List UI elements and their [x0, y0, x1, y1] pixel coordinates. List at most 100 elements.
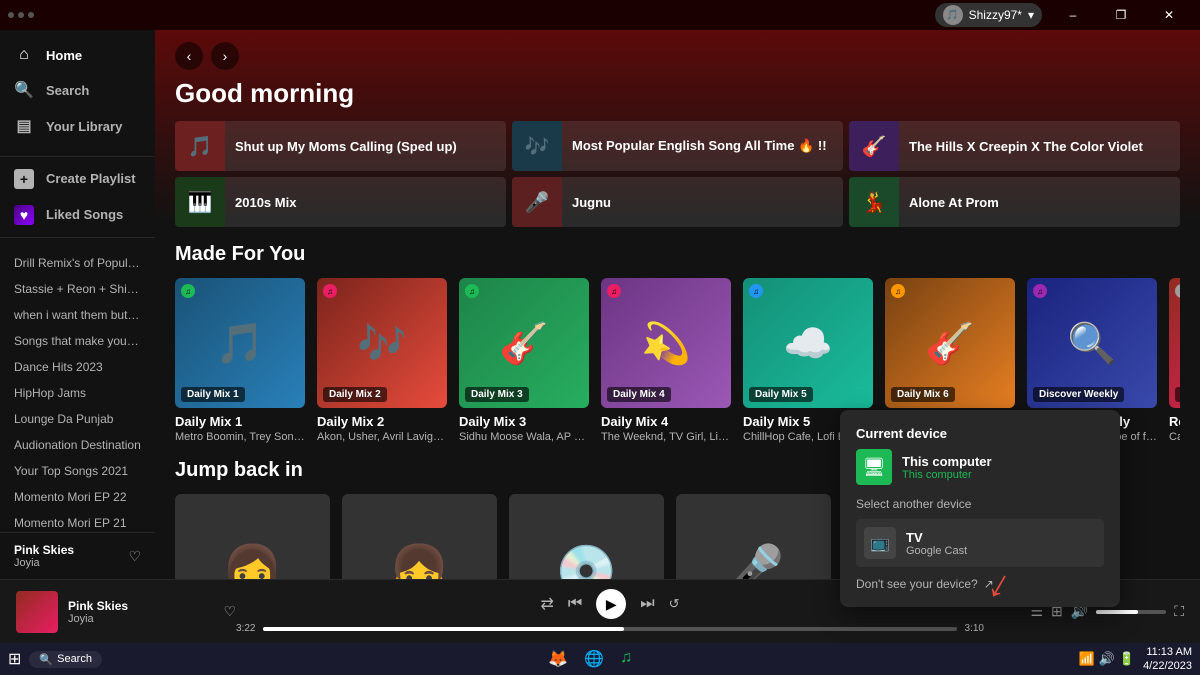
like-button[interactable]: ♡ [128, 548, 141, 565]
playlist-item[interactable]: Lounge Da Punjab [0, 406, 155, 432]
card-badge: Daily Mix 6 [891, 387, 955, 402]
quick-access-item[interactable]: 🎤Jugnu [512, 177, 843, 227]
forward-button[interactable]: › [211, 42, 239, 70]
page-title: Good morning [155, 70, 1200, 121]
playlist-item[interactable]: Audionation Destination [0, 432, 155, 458]
taskbar-search[interactable]: 🔍 Search [29, 651, 102, 668]
progress-bar[interactable] [263, 627, 956, 631]
quick-access-label: Jugnu [572, 195, 611, 210]
window-controls: – ❐ ✕ [1050, 0, 1192, 30]
spotify-dot-icon: ♫ [465, 284, 479, 298]
jump-back-in-card[interactable]: 💿AlbumAlbum [509, 494, 664, 579]
sidebar-playlists: Drill Remix's of Popular SongsStassie + … [0, 242, 155, 532]
playlist-item[interactable]: Songs that make you want t... [0, 328, 155, 354]
sidebar-create-playlist[interactable]: + Create Playlist [0, 161, 155, 197]
card-title: Daily Mix 1 [175, 414, 305, 429]
title-bar-right: 🎵 Shizzy97* ▾ – ❐ ✕ [935, 0, 1192, 30]
jump-back-in-card[interactable]: 👧DaljibeDaljibe [342, 494, 497, 579]
playlist-item[interactable]: Momento Mori EP 21 [0, 510, 155, 532]
made-for-you-card[interactable]: ♫💫Daily Mix 4Daily Mix 4The Weeknd, TV G… [601, 278, 731, 443]
taskbar-firefox-icon[interactable]: 🦊 [542, 647, 574, 671]
card-subtitle: Metro Boomin, Trey Songz, Jeremih and... [175, 431, 305, 443]
maximize-button[interactable]: ❐ [1098, 0, 1144, 30]
taskbar-right: 📶 🔊 🔋 11:13 AM 4/22/2023 [1079, 645, 1193, 674]
tray-volume-icon[interactable]: 🔊 [1099, 651, 1115, 667]
sidebar-liked-songs[interactable]: ♥ Liked Songs [0, 197, 155, 233]
title-dot-1 [8, 12, 14, 18]
tray-network-icon[interactable]: 📶 [1079, 651, 1095, 667]
create-playlist-label: Create Playlist [46, 171, 136, 186]
playlist-item[interactable]: when i want them butterflies... [0, 302, 155, 328]
heart-icon: ♥ [14, 205, 34, 225]
tray-battery-icon[interactable]: 🔋 [1119, 651, 1135, 667]
made-for-you-card[interactable]: ♫🎸Daily Mix 3Daily Mix 3Sidhu Moose Wala… [459, 278, 589, 443]
playlist-item[interactable]: Your Top Songs 2021 [0, 458, 155, 484]
sidebar-item-search[interactable]: 🔍 Search [0, 72, 155, 108]
home-icon: ⌂ [14, 46, 34, 64]
quick-access-item[interactable]: 🎹2010s Mix [175, 177, 506, 227]
playlist-item[interactable]: Drill Remix's of Popular Songs [0, 250, 155, 276]
time-total: 3:10 [965, 623, 984, 634]
card-badge: Release Radar [1175, 387, 1180, 402]
quick-access-grid: 🎵Shut up My Moms Calling (Sped up)🎶Most … [155, 121, 1200, 243]
spotify-dot-icon: ♫ [323, 284, 337, 298]
playlist-item[interactable]: Stassie + Reon + Shizzy97* [0, 276, 155, 302]
minimize-button[interactable]: – [1050, 0, 1096, 30]
taskbar-center: 🦊 🌐 ♫ [102, 647, 1079, 671]
user-menu[interactable]: 🎵 Shizzy97* ▾ [935, 3, 1042, 27]
card-title: Release Radar [1169, 414, 1180, 429]
tv-icon: 📺 [864, 527, 896, 559]
play-pause-button[interactable]: ▶ [596, 589, 626, 619]
plus-icon: + [14, 169, 34, 189]
card-subtitle: Sidhu Moose Wala, AP Dhillon, Karan Aujl… [459, 431, 589, 443]
jump-back-in-card[interactable]: 🎤All Out 90sAll Out 90s [676, 494, 831, 579]
playback-progress: 3:22 3:10 [236, 623, 984, 634]
playlist-item[interactable]: Dance Hits 2023 [0, 354, 155, 380]
repeat-button[interactable]: ↺ [669, 596, 680, 612]
back-button[interactable]: ‹ [175, 42, 203, 70]
playback-left: Pink Skies Joyia ♡ [16, 591, 236, 633]
sidebar-item-library[interactable]: ▤ Your Library [0, 108, 155, 144]
quick-access-label: 2010s Mix [235, 195, 296, 210]
tv-device-row[interactable]: 📺 TV Google Cast [856, 519, 1104, 567]
progress-fill [263, 627, 623, 631]
made-for-you-title: Made For You [175, 243, 1180, 266]
previous-button[interactable]: ⏮ [568, 595, 582, 613]
dont-see-device-link[interactable]: Don't see your device? ↗ [856, 577, 1104, 591]
card-badge: Daily Mix 1 [181, 387, 245, 402]
quick-access-item[interactable]: 🎵Shut up My Moms Calling (Sped up) [175, 121, 506, 171]
volume-bar[interactable] [1096, 610, 1166, 614]
now-playing-artist: Joyia [14, 557, 74, 569]
card-badge: Daily Mix 5 [749, 387, 813, 402]
taskbar-spotify-icon[interactable]: ♫ [614, 647, 638, 671]
jump-back-in-card[interactable]: 👩2000s Mix2000s Mix [175, 494, 330, 579]
playback-title: Pink Skies [68, 599, 207, 613]
made-for-you-card[interactable]: ♫🎶Daily Mix 2Daily Mix 2Akon, Usher, Avr… [317, 278, 447, 443]
external-link-icon: ↗ [984, 577, 994, 591]
made-for-you-card[interactable]: ♫📡Release RadarRelease RadarCatch all th… [1169, 278, 1180, 443]
card-subtitle: Catch all the latest music from artists … [1169, 431, 1180, 443]
playback-thumb [16, 591, 58, 633]
card-subtitle: The Weeknd, TV Girl, Lizzy McAlpine and.… [601, 431, 731, 443]
quick-access-item[interactable]: 💃Alone At Prom [849, 177, 1180, 227]
user-name: Shizzy97* [969, 8, 1022, 22]
taskbar-browser-icon[interactable]: 🌐 [578, 647, 610, 671]
playback-like-button[interactable]: ♡ [223, 603, 236, 620]
playlist-item[interactable]: Momento Mori EP 22 [0, 484, 155, 510]
taskbar-date: 4/22/2023 [1143, 659, 1192, 673]
sidebar-item-home[interactable]: ⌂ Home [0, 38, 155, 72]
taskbar-clock[interactable]: 11:13 AM 4/22/2023 [1143, 645, 1192, 674]
select-device-label: Select another device [856, 497, 1104, 511]
start-button[interactable]: ⊞ [8, 649, 21, 669]
made-for-you-card[interactable]: ♫🎵Daily Mix 1Daily Mix 1Metro Boomin, Tr… [175, 278, 305, 443]
title-dot-3 [28, 12, 34, 18]
shuffle-button[interactable]: ⇄ [540, 594, 553, 614]
playlist-item[interactable]: HipHop Jams [0, 380, 155, 406]
fullscreen-button[interactable]: ⛶ [1174, 603, 1184, 620]
quick-access-item[interactable]: 🎸The Hills X Creepin X The Color Violet [849, 121, 1180, 171]
quick-access-item[interactable]: 🎶Most Popular English Song All Time 🔥 !! [512, 121, 843, 171]
next-button[interactable]: ⏭ [640, 595, 654, 613]
card-subtitle: Akon, Usher, Avril Lavigne and more [317, 431, 447, 443]
close-button[interactable]: ✕ [1146, 0, 1192, 30]
time-elapsed: 3:22 [236, 623, 255, 634]
